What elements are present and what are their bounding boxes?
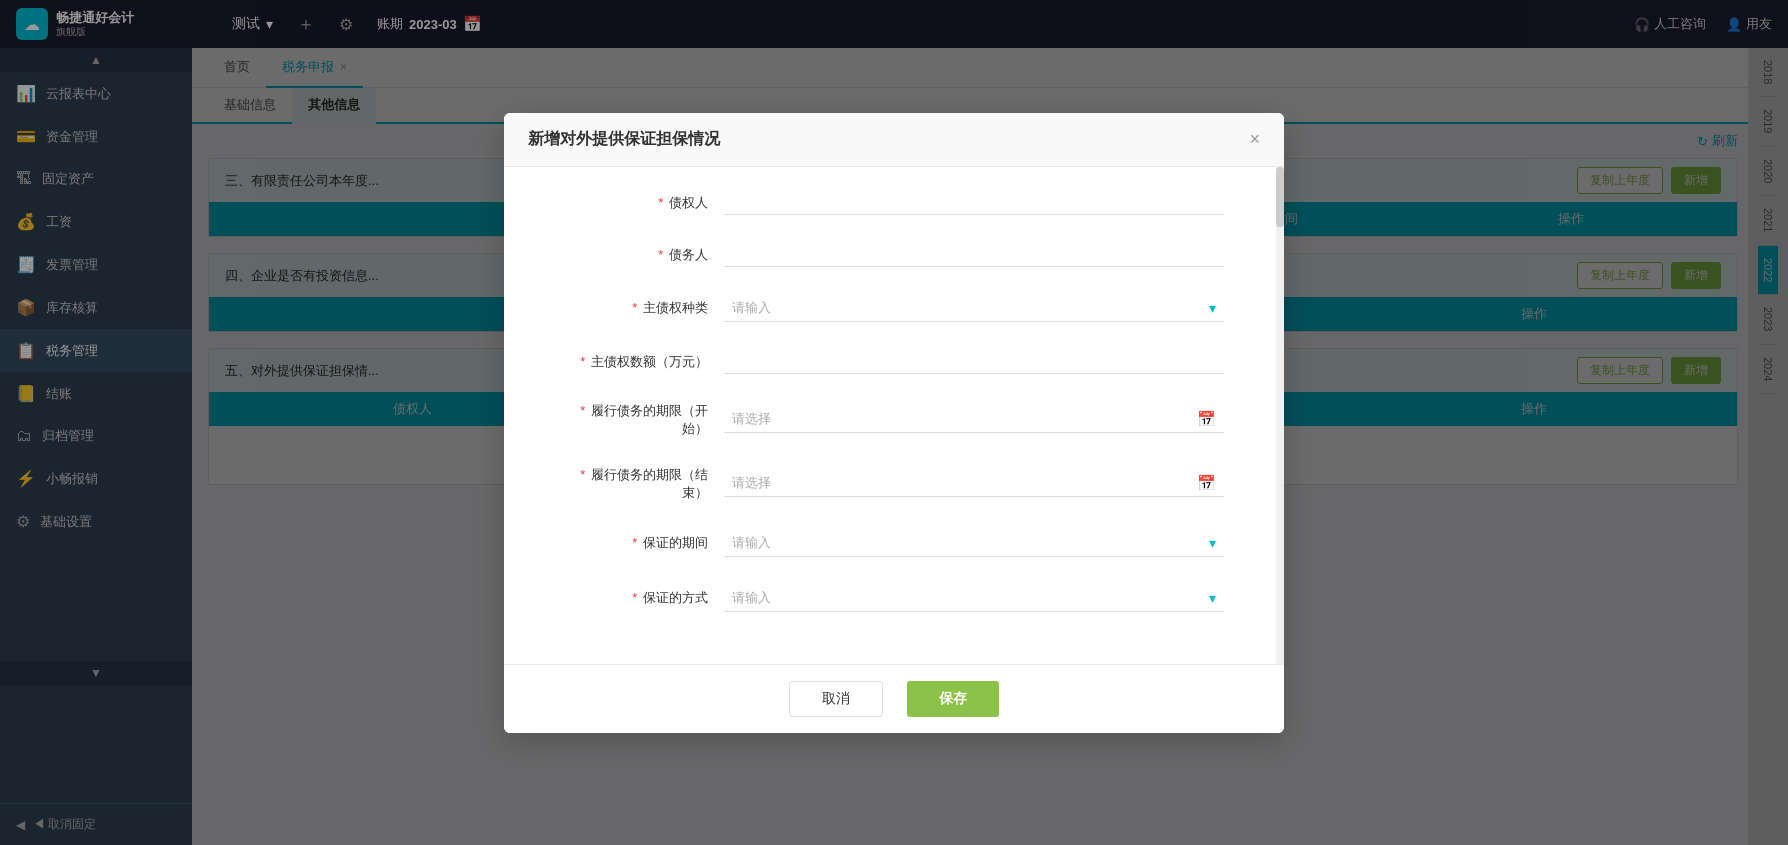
select-guarantee-period[interactable]: 请输入 ▾ — [724, 530, 1224, 557]
form-row-guarantee-period: * 保证的期间 请输入 ▾ — [564, 530, 1224, 557]
form-row-guarantee-method: * 保证的方式 请输入 ▾ — [564, 585, 1224, 612]
form-row-debtor: * 债务人 — [564, 243, 1224, 267]
save-button[interactable]: 保存 — [907, 681, 999, 717]
form-row-claim-amount: * 主债权数额（万元） — [564, 350, 1224, 374]
datepicker-period-end[interactable]: 请选择 📅 — [724, 470, 1224, 497]
modal-overlay: 新增对外提供保证担保情况 × * 债权人 — [0, 0, 1788, 845]
modal-close-button[interactable]: × — [1249, 130, 1260, 148]
datepicker-period-start[interactable]: 请选择 📅 — [724, 406, 1224, 433]
label-creditor: * 债权人 — [564, 194, 724, 212]
modal-title: 新增对外提供保证担保情况 — [528, 129, 720, 150]
cancel-button[interactable]: 取消 — [789, 681, 883, 717]
label-period-end: * 履行债务的期限（结束） — [564, 466, 724, 502]
form-row-creditor: * 债权人 — [564, 191, 1224, 215]
select-guarantee-method[interactable]: 请输入 ▾ — [724, 585, 1224, 612]
modal-footer: 取消 保存 — [504, 664, 1284, 733]
input-creditor[interactable] — [724, 191, 1224, 215]
modal-scrollbar-track — [1276, 167, 1284, 664]
label-claim-amount: * 主债权数额（万元） — [564, 353, 724, 371]
modal-body: * 债权人 * 债务人 * 主债权种 — [504, 167, 1284, 664]
label-guarantee-period: * 保证的期间 — [564, 534, 724, 552]
select-claim-type[interactable]: 请输入 ▾ — [724, 295, 1224, 322]
chevron-down-period-icon: ▾ — [1209, 535, 1216, 551]
form-row-claim-type: * 主债权种类 请输入 ▾ — [564, 295, 1224, 322]
label-debtor: * 债务人 — [564, 246, 724, 264]
input-claim-amount[interactable] — [724, 350, 1224, 374]
chevron-down-method-icon: ▾ — [1209, 590, 1216, 606]
label-period-start: * 履行债务的期限（开始） — [564, 402, 724, 438]
input-debtor[interactable] — [724, 243, 1224, 267]
label-guarantee-method: * 保证的方式 — [564, 589, 724, 607]
label-claim-type: * 主债权种类 — [564, 299, 724, 317]
modal-add-guarantee: 新增对外提供保证担保情况 × * 债权人 — [504, 113, 1284, 733]
modal-scrollbar-thumb[interactable] — [1276, 167, 1284, 227]
calendar-end-icon: 📅 — [1197, 474, 1216, 492]
form-row-period-start: * 履行债务的期限（开始） 请选择 📅 — [564, 402, 1224, 438]
chevron-down-icon: ▾ — [1209, 300, 1216, 316]
form-row-period-end: * 履行债务的期限（结束） 请选择 📅 — [564, 466, 1224, 502]
calendar-start-icon: 📅 — [1197, 410, 1216, 428]
modal-header: 新增对外提供保证担保情况 × — [504, 113, 1284, 167]
